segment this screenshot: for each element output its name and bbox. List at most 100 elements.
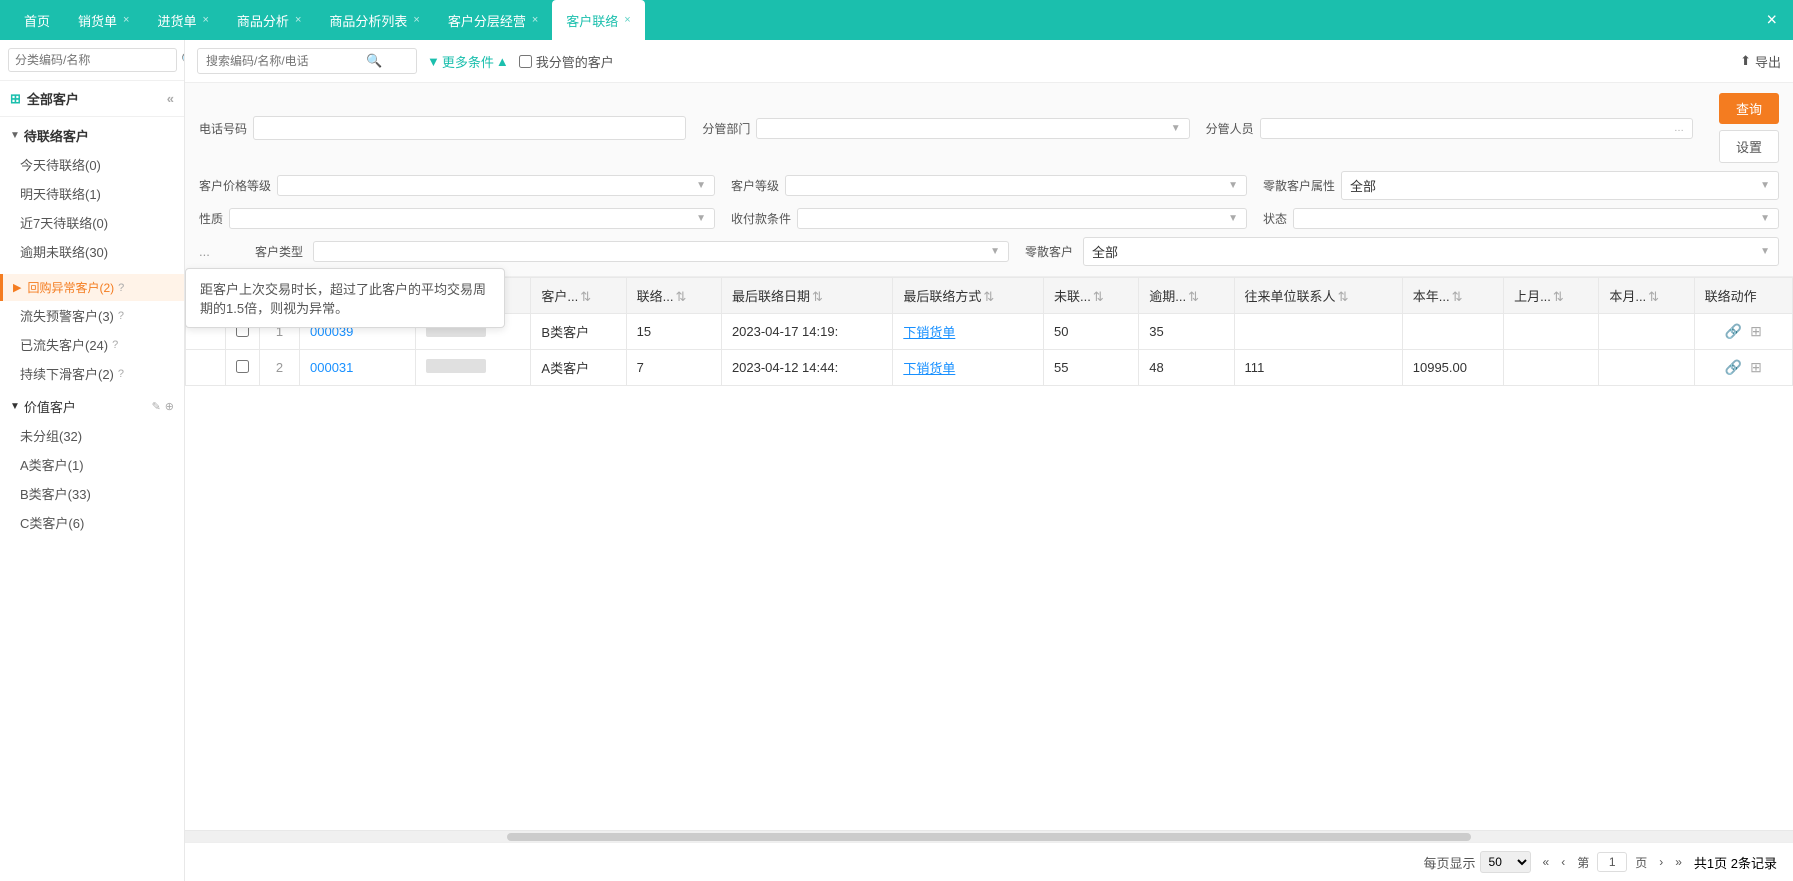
already-lost-hint-icon[interactable]: ?: [112, 339, 118, 351]
customer-search-input[interactable]: [206, 54, 366, 68]
th-last-contact-method[interactable]: 最后联络方式⇅: [893, 278, 1044, 314]
th-overdue[interactable]: 逾期...⇅: [1139, 278, 1234, 314]
sidebar-item-c-class[interactable]: C类客户(6): [0, 508, 184, 537]
gender-select[interactable]: ▼: [229, 208, 715, 229]
sidebar-item-overdue[interactable]: 逾期未联络(30): [0, 237, 184, 266]
customer-search-icon[interactable]: 🔍: [366, 53, 382, 69]
close-analysis-list-icon[interactable]: ×: [413, 14, 419, 26]
per-page-select[interactable]: 50 100 200: [1480, 851, 1531, 873]
row-last-contact-method[interactable]: 下销货单: [893, 350, 1044, 386]
close-purchase-icon[interactable]: ×: [202, 14, 208, 26]
sidebar-collapse-btn[interactable]: «: [167, 91, 174, 106]
row-number: 2: [260, 350, 300, 386]
query-button[interactable]: 查询: [1719, 93, 1779, 124]
my-customers-checkbox-area[interactable]: 我分管的客户: [519, 52, 614, 71]
last-page-btn[interactable]: »: [1671, 853, 1686, 871]
person-select[interactable]: …: [1260, 118, 1693, 139]
lost-pending-hint-icon[interactable]: ?: [118, 310, 124, 322]
first-page-btn[interactable]: «: [1539, 853, 1554, 871]
ellipsis-btn[interactable]: ...: [199, 244, 210, 259]
next-page-btn[interactable]: ›: [1655, 853, 1667, 871]
horizontal-scrollbar[interactable]: [185, 830, 1793, 842]
nav-customer-contact[interactable]: 客户联络 ×: [552, 0, 644, 40]
my-customers-checkbox[interactable]: [519, 55, 532, 68]
value-group-add-icon[interactable]: ⊕: [165, 400, 174, 413]
close-customer-contact-icon[interactable]: ×: [624, 14, 630, 26]
last-month-sort-icon: ⇅: [1553, 289, 1564, 304]
row-overdue: 35: [1139, 314, 1234, 350]
current-page-input[interactable]: 1: [1597, 852, 1627, 872]
row-code[interactable]: 000031: [300, 350, 416, 386]
category-search-input[interactable]: [8, 48, 177, 72]
nav-purchase[interactable]: 进货单 ×: [143, 0, 222, 40]
nav-analysis-list[interactable]: 商品分析列表 ×: [315, 0, 433, 40]
table-row: 2000031A类客户72023-04-12 14:44:下销货单5548111…: [186, 350, 1793, 386]
action-link-icon[interactable]: 🔗: [1725, 323, 1742, 340]
sidebar-item-7days[interactable]: 近7天待联络(0): [0, 208, 184, 237]
total-info: 共1页 2条记录: [1694, 853, 1777, 872]
nav-customer-segment[interactable]: 客户分层经营 ×: [434, 0, 552, 40]
retail-attr-select-area: 全部 ▼: [1341, 171, 1779, 200]
row-this-year: 10995.00: [1402, 350, 1503, 386]
th-last-month[interactable]: 上月...⇅: [1504, 278, 1599, 314]
dept-select[interactable]: ▼: [756, 118, 1189, 139]
close-analysis-icon[interactable]: ×: [295, 14, 301, 26]
sidebar-item-tomorrow[interactable]: 明天待联络(1): [0, 179, 184, 208]
sidebar-item-today[interactable]: 今天待联络(0): [0, 150, 184, 179]
action-grid-icon[interactable]: ⊞: [1750, 323, 1762, 340]
filter-ellipsis: ...: [199, 244, 239, 259]
customer-grade-select[interactable]: ▼: [785, 175, 1247, 196]
export-btn[interactable]: ⬆ 导出: [1740, 52, 1781, 71]
close-sales-icon[interactable]: ×: [123, 14, 129, 26]
nav-analysis[interactable]: 商品分析 ×: [223, 0, 315, 40]
filter-actions: 查询 设置: [1719, 93, 1779, 163]
main-layout: 🔍 ⊞ 全部客户 « ▼ 待联络客户 今天待联络(0) 明天待联络(1) 近7天…: [0, 40, 1793, 881]
action-grid-icon[interactable]: ⊞: [1750, 359, 1762, 376]
holding-down-hint-icon[interactable]: ?: [118, 368, 124, 380]
customer-type-select[interactable]: ▼: [313, 241, 1009, 262]
last-contact-link[interactable]: 下销货单: [903, 325, 955, 340]
action-link-icon[interactable]: 🔗: [1725, 359, 1742, 376]
price-grade-select[interactable]: ▼: [277, 175, 715, 196]
close-customer-segment-icon[interactable]: ×: [532, 14, 538, 26]
th-this-year[interactable]: 本年...⇅: [1402, 278, 1503, 314]
row-checkbox[interactable]: [236, 360, 249, 373]
more-conditions-btn[interactable]: ▼ 更多条件 ▲: [427, 52, 509, 71]
th-last-contact-date[interactable]: 最后联络日期⇅: [721, 278, 892, 314]
retail-attr-select[interactable]: 全部 ▼: [1341, 171, 1779, 200]
nav-sales[interactable]: 销货单 ×: [64, 0, 143, 40]
pay-condition-label: 收付款条件: [731, 210, 791, 227]
status-select[interactable]: ▼: [1293, 208, 1779, 229]
filter-customer-type-area: 客户类型 ▼: [255, 241, 1009, 262]
th-this-month[interactable]: 本月...⇅: [1599, 278, 1694, 314]
retail-customer-select[interactable]: 全部 ▼: [1083, 237, 1779, 266]
value-group-edit-icon[interactable]: ✎: [152, 400, 161, 413]
settings-button[interactable]: 设置: [1719, 130, 1779, 163]
retail-attr-label: 零散客户属性: [1263, 177, 1335, 194]
th-company-contact[interactable]: 往来单位联系人⇅: [1234, 278, 1402, 314]
sidebar-item-lost-pending[interactable]: 流失预警客户(3) ?: [0, 301, 184, 330]
sidebar-item-a-class[interactable]: A类客户(1): [0, 450, 184, 479]
sidebar-item-already-lost[interactable]: 已流失客户(24) ?: [0, 330, 184, 359]
close-all-tabs-icon[interactable]: ×: [1766, 10, 1777, 31]
row-checkbox-cell: [226, 350, 260, 386]
sidebar-item-repeat-abnormal[interactable]: ▶ 回购异常客户(2) ?: [0, 274, 184, 301]
pending-group-label[interactable]: ▼ 待联络客户: [0, 121, 184, 150]
scroll-thumb[interactable]: [507, 833, 1472, 841]
row-last-contact-method[interactable]: 下销货单: [893, 314, 1044, 350]
pay-condition-select[interactable]: ▼: [797, 208, 1247, 229]
last-contact-link[interactable]: 下销货单: [903, 361, 955, 376]
th-type[interactable]: 客户...⇅: [531, 278, 626, 314]
sidebar-item-ungrouped[interactable]: 未分组(32): [0, 421, 184, 450]
repeat-abnormal-hint-icon[interactable]: ?: [118, 282, 124, 294]
prev-page-btn[interactable]: ‹: [1557, 853, 1569, 871]
sidebar-item-holding-down[interactable]: 持续下滑客户(2) ?: [0, 359, 184, 388]
per-page-label: 每页显示: [1424, 853, 1476, 872]
sidebar-item-b-class[interactable]: B类客户(33): [0, 479, 184, 508]
filter-dept: 分管部门 ▼: [702, 118, 1189, 139]
th-contact[interactable]: 联络...⇅: [626, 278, 721, 314]
th-unreturned[interactable]: 未联...⇅: [1044, 278, 1139, 314]
nav-home[interactable]: 首页: [10, 0, 64, 40]
phone-input[interactable]: [253, 116, 686, 140]
row-unreturned: 50: [1044, 314, 1139, 350]
